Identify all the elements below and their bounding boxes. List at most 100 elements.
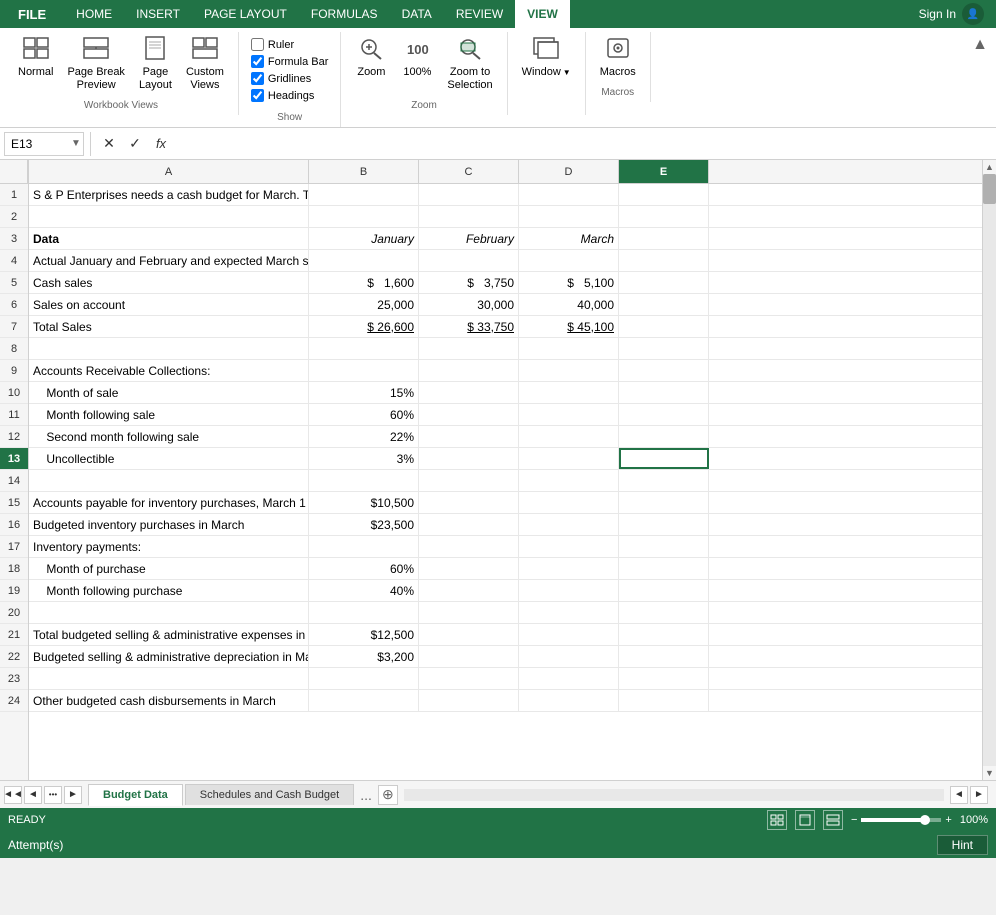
cell-c3[interactable]: February (419, 228, 519, 249)
zoom-slider[interactable]: − + (851, 814, 952, 826)
cell-d7[interactable]: $ 45,100 (519, 316, 619, 337)
scroll-up-button[interactable]: ▲ (983, 160, 996, 174)
row-num-4[interactable]: 4 (0, 250, 28, 272)
row-num-11[interactable]: 11 (0, 404, 28, 426)
menu-insert[interactable]: INSERT (124, 0, 192, 28)
cell-e1[interactable] (619, 184, 709, 205)
col-header-d[interactable]: D (519, 160, 619, 183)
row-num-1[interactable]: 1 (0, 184, 28, 206)
cell-d24[interactable] (519, 690, 619, 711)
row-num-5[interactable]: 5 (0, 272, 28, 294)
cell-d22[interactable] (519, 646, 619, 667)
cell-a12[interactable]: Second month following sale (29, 426, 309, 447)
row-num-13[interactable]: 13 (0, 448, 28, 470)
row-num-10[interactable]: 10 (0, 382, 28, 404)
cell-e7[interactable] (619, 316, 709, 337)
custom-views-button[interactable]: Custom Views (180, 32, 230, 96)
cell-c22[interactable] (419, 646, 519, 667)
ruler-check[interactable]: Ruler (251, 38, 329, 51)
cell-d19[interactable] (519, 580, 619, 601)
insert-function-button[interactable]: fx (149, 132, 173, 156)
cell-c9[interactable] (419, 360, 519, 381)
sign-in-area[interactable]: Sign In 👤 (907, 3, 996, 25)
cell-c24[interactable] (419, 690, 519, 711)
cell-d15[interactable] (519, 492, 619, 513)
page-break-button[interactable]: Page Break Preview (61, 32, 130, 96)
normal-button[interactable]: Normal (12, 32, 59, 83)
headings-check[interactable]: Headings (251, 89, 329, 102)
cell-d20[interactable] (519, 602, 619, 623)
zoom-handle[interactable] (920, 815, 930, 825)
cell-a1[interactable]: S & P Enterprises needs a cash budget fo… (29, 184, 309, 205)
row-num-24[interactable]: 24 (0, 690, 28, 712)
cell-b19[interactable]: 40% (309, 580, 419, 601)
cell-c13[interactable] (419, 448, 519, 469)
cell-c10[interactable] (419, 382, 519, 403)
cell-b23[interactable] (309, 668, 419, 689)
menu-home[interactable]: HOME (64, 0, 124, 28)
cell-c7[interactable]: $ 33,750 (419, 316, 519, 337)
row-num-20[interactable]: 20 (0, 602, 28, 624)
cell-b24[interactable] (309, 690, 419, 711)
cell-reference-input[interactable] (11, 137, 71, 151)
zoom-button[interactable]: Zoom (349, 32, 393, 83)
cell-d9[interactable] (519, 360, 619, 381)
scroll-right-button[interactable]: ► (970, 786, 988, 804)
row-num-15[interactable]: 15 (0, 492, 28, 514)
cell-b22[interactable]: $3,200 (309, 646, 419, 667)
cell-c16[interactable] (419, 514, 519, 535)
cell-e12[interactable] (619, 426, 709, 447)
row-num-16[interactable]: 16 (0, 514, 28, 536)
cell-a10[interactable]: Month of sale (29, 382, 309, 403)
cell-a20[interactable] (29, 602, 309, 623)
cell-b3[interactable]: January (309, 228, 419, 249)
row-num-14[interactable]: 14 (0, 470, 28, 492)
col-header-e[interactable]: E (619, 160, 709, 183)
cell-b2[interactable] (309, 206, 419, 227)
cell-e24[interactable] (619, 690, 709, 711)
cell-a5[interactable]: Cash sales (29, 272, 309, 293)
cell-b20[interactable] (309, 602, 419, 623)
cell-c23[interactable] (419, 668, 519, 689)
cell-c18[interactable] (419, 558, 519, 579)
window-button[interactable]: Window ▼ (516, 32, 577, 83)
cell-a6[interactable]: Sales on account (29, 294, 309, 315)
cell-b13[interactable]: 3% (309, 448, 419, 469)
cell-a14[interactable] (29, 470, 309, 491)
cell-d13[interactable] (519, 448, 619, 469)
cell-a21[interactable]: Total budgeted selling & administrative … (29, 624, 309, 645)
cell-e17[interactable] (619, 536, 709, 557)
row-num-8[interactable]: 8 (0, 338, 28, 360)
cell-b9[interactable] (309, 360, 419, 381)
cell-c20[interactable] (419, 602, 519, 623)
row-num-17[interactable]: 17 (0, 536, 28, 558)
name-box-dropdown[interactable]: ▼ (71, 138, 81, 149)
cell-e23[interactable] (619, 668, 709, 689)
cell-a9[interactable]: Accounts Receivable Collections: (29, 360, 309, 381)
zoom-minus[interactable]: − (851, 814, 857, 826)
cell-c2[interactable] (419, 206, 519, 227)
menu-file[interactable]: FILE (0, 0, 64, 28)
cell-c1[interactable] (419, 184, 519, 205)
cell-e2[interactable] (619, 206, 709, 227)
cell-b7[interactable]: $ 26,600 (309, 316, 419, 337)
ribbon-collapse-button[interactable]: ▲ (968, 32, 992, 58)
row-num-22[interactable]: 22 (0, 646, 28, 668)
col-header-a[interactable]: A (29, 160, 309, 183)
cell-d17[interactable] (519, 536, 619, 557)
cell-e13[interactable] (619, 448, 709, 469)
scroll-left-button[interactable]: ◄ (950, 786, 968, 804)
cell-b6[interactable]: 25,000 (309, 294, 419, 315)
horizontal-scrollbar[interactable] (404, 789, 944, 801)
cell-a19[interactable]: Month following purchase (29, 580, 309, 601)
cell-c14[interactable] (419, 470, 519, 491)
cell-b1[interactable] (309, 184, 419, 205)
cell-e19[interactable] (619, 580, 709, 601)
cell-d1[interactable] (519, 184, 619, 205)
zoom-selection-button[interactable]: Zoom to Selection (441, 32, 498, 96)
tab-next-button[interactable]: ► (64, 786, 82, 804)
row-num-19[interactable]: 19 (0, 580, 28, 602)
cell-c4[interactable] (419, 250, 519, 271)
row-num-18[interactable]: 18 (0, 558, 28, 580)
cell-e4[interactable] (619, 250, 709, 271)
